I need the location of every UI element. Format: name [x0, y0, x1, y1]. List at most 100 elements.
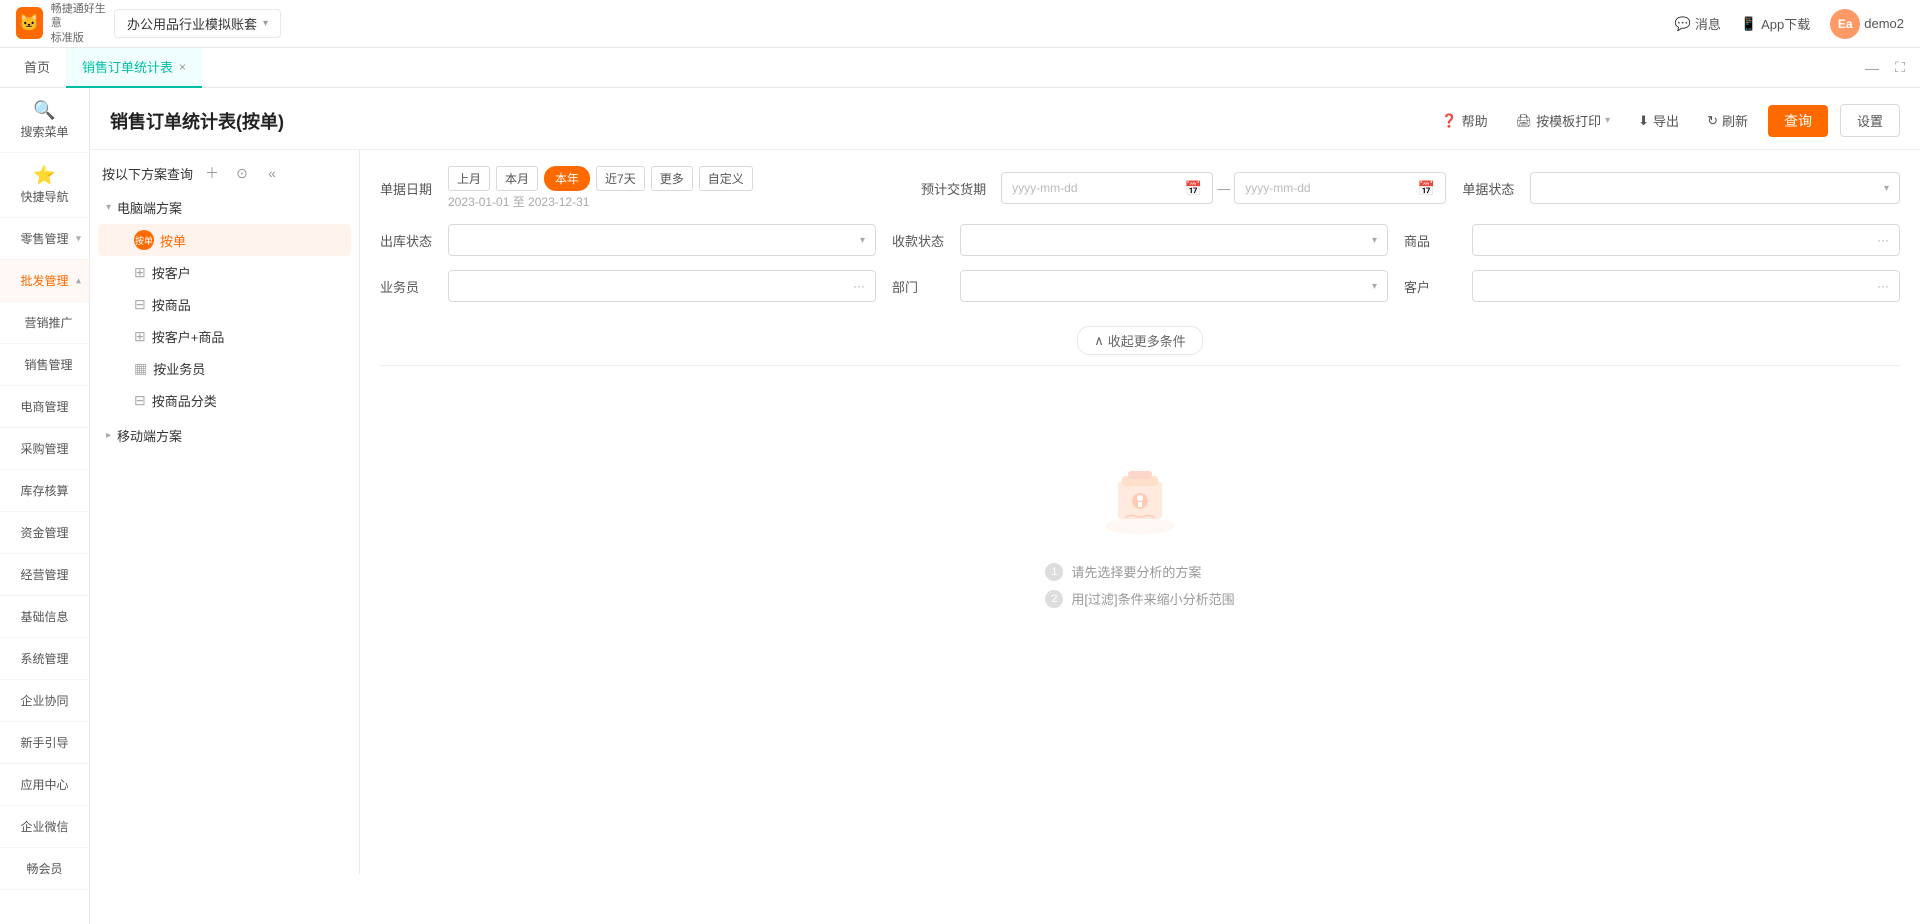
sidebar-item-basic-info[interactable]: 基础信息	[0, 596, 89, 638]
filter-row-3: 业务员 ··· 部门 ▾	[380, 270, 1900, 302]
date-shortcut-this-year[interactable]: 本年	[544, 166, 590, 191]
scheme-panel-header: 按以下方案查询 ＋ ⊙ «	[90, 162, 359, 192]
message-button[interactable]: 💬 消息	[1675, 14, 1721, 33]
sidebar: 🔍 搜索菜单 ⭐ 快捷导航 零售管理 ▾ 批发管理 ▴ 营销推广 销售管理 电商…	[0, 88, 90, 924]
order-status-label: 单据状态	[1462, 179, 1522, 198]
sidebar-item-search[interactable]: 🔍 搜索菜单	[0, 88, 89, 153]
app-logo-text: 畅捷通好生意 标准版	[51, 2, 106, 45]
date-shortcut-last-month[interactable]: 上月	[448, 166, 490, 191]
ecommerce-label: 电商管理	[0, 398, 89, 415]
order-status-select[interactable]: ▾	[1530, 172, 1900, 204]
retail-arrow: ▾	[76, 233, 81, 244]
delivery-date-from[interactable]: yyyy-mm-dd 📅	[1001, 172, 1213, 204]
app-download-button[interactable]: 📱 App下载	[1741, 14, 1810, 33]
payment-status-label: 收款状态	[892, 231, 952, 250]
sidebar-item-ecommerce[interactable]: 电商管理	[0, 386, 89, 428]
sidebar-item-marketing[interactable]: 营销推广	[0, 302, 89, 344]
logo-area: 🐱 畅捷通好生意 标准版	[16, 2, 106, 45]
sidebar-item-newbie[interactable]: 新手引导	[0, 722, 89, 764]
user-menu[interactable]: Ea demo2	[1830, 9, 1904, 39]
app-logo-icon: 🐱	[16, 7, 43, 39]
ship-status-label: 出库状态	[380, 231, 440, 250]
sidebar-item-app-center[interactable]: 应用中心	[0, 764, 89, 806]
workspace-name: 办公用品行业模拟账套	[127, 14, 257, 33]
goods-select[interactable]: ···	[1472, 224, 1900, 256]
payment-status-select[interactable]: ▾	[960, 224, 1388, 256]
date-shortcut-last-7days[interactable]: 近7天	[596, 166, 645, 191]
scheme-collapse-button[interactable]: «	[261, 162, 283, 184]
delivery-from-placeholder: yyyy-mm-dd	[1012, 181, 1077, 195]
query-button[interactable]: 查询	[1768, 105, 1828, 137]
user-avatar: Ea	[1830, 9, 1860, 39]
delivery-date-to[interactable]: yyyy-mm-dd 📅	[1234, 172, 1446, 204]
app-download-label: App下载	[1761, 14, 1810, 33]
sidebar-item-enterprise-wechat[interactable]: 企业微信	[0, 806, 89, 848]
scheme-category-desktop[interactable]: ▾ 电脑端方案	[90, 192, 359, 223]
tab-home[interactable]: 首页	[8, 48, 66, 88]
filter-field-date: 单据日期 上月 本月 本年 近7天 更多 自定义 20	[380, 166, 905, 210]
system-label: 系统管理	[0, 650, 89, 667]
export-button[interactable]: ⬇ 导出	[1630, 107, 1687, 134]
print-button[interactable]: 🖨 按模板打印 ▾	[1508, 107, 1619, 134]
main-layout: 🔍 搜索菜单 ⭐ 快捷导航 零售管理 ▾ 批发管理 ▴ 营销推广 销售管理 电商…	[0, 88, 1920, 924]
tab-sales-order-stats[interactable]: 销售订单统计表 ×	[66, 48, 202, 88]
sidebar-item-finance[interactable]: 资金管理	[0, 512, 89, 554]
scheme-item-by-goods-category[interactable]: ⊟ 按商品分类	[98, 385, 351, 416]
scheme-item-by-goods[interactable]: ⊟ 按商品	[98, 289, 351, 320]
scheme-icon-by-customer-goods: ⊞	[134, 328, 146, 345]
collapse-conditions-button[interactable]: ∧ 收起更多条件	[1077, 326, 1203, 355]
scheme-item-by-customer[interactable]: ⊞ 按客户	[98, 257, 351, 288]
customer-select[interactable]: ···	[1472, 270, 1900, 302]
sidebar-item-enterprise[interactable]: 企业协同	[0, 680, 89, 722]
tab-bar: 首页 销售订单统计表 × — ⛶	[0, 48, 1920, 88]
refresh-label: 刷新	[1722, 111, 1748, 130]
refresh-button[interactable]: ↻ 刷新	[1699, 107, 1756, 134]
workspace-selector[interactable]: 办公用品行业模拟账套 ▾	[114, 9, 281, 38]
department-select[interactable]: ▾	[960, 270, 1388, 302]
customer-more-icon[interactable]: ···	[1877, 279, 1889, 293]
scheme-settings-button[interactable]: ⊙	[231, 162, 253, 184]
sidebar-item-purchase[interactable]: 采购管理	[0, 428, 89, 470]
filter-row-1: 单据日期 上月 本月 本年 近7天 更多 自定义 20	[380, 166, 1900, 210]
sidebar-item-retail[interactable]: 零售管理 ▾	[0, 218, 89, 260]
scheme-add-button[interactable]: ＋	[201, 162, 223, 184]
scheme-label-by-order: 按单	[160, 231, 186, 250]
filter-field-ship-status: 出库状态 ▾	[380, 224, 876, 256]
ship-status-select[interactable]: ▾	[448, 224, 876, 256]
filter-field-order-status: 单据状态 ▾	[1462, 172, 1900, 204]
tab-minimize-button[interactable]: —	[1860, 56, 1884, 80]
settings-button[interactable]: 设置	[1840, 104, 1900, 137]
sidebar-item-wholesale[interactable]: 批发管理 ▴	[0, 260, 89, 302]
delivery-date-group: yyyy-mm-dd 📅 — yyyy-mm-dd 📅	[1001, 172, 1446, 204]
scheme-item-by-salesperson[interactable]: ▦ 按业务员	[98, 353, 351, 384]
print-icon: 🖨	[1516, 113, 1533, 129]
delivery-from-calendar-icon[interactable]: 📅	[1185, 180, 1202, 197]
salesperson-select[interactable]: ···	[448, 270, 876, 302]
empty-state-illustration	[1090, 446, 1190, 546]
date-shortcut-this-month[interactable]: 本月	[496, 166, 538, 191]
sidebar-item-membership[interactable]: 畅会员	[0, 848, 89, 890]
delivery-to-calendar-icon[interactable]: 📅	[1418, 180, 1435, 197]
export-icon: ⬇	[1638, 113, 1649, 129]
scheme-label-by-salesperson: 按业务员	[153, 359, 205, 378]
goods-more-icon[interactable]: ···	[1877, 233, 1889, 247]
sidebar-item-quick-nav[interactable]: ⭐ 快捷导航	[0, 153, 89, 218]
tab-maximize-button[interactable]: ⛶	[1888, 56, 1912, 80]
operations-label: 经营管理	[0, 566, 89, 583]
newbie-label: 新手引导	[0, 734, 89, 751]
date-shortcut-more[interactable]: 更多	[651, 166, 693, 191]
sidebar-item-system[interactable]: 系统管理	[0, 638, 89, 680]
tab-close-icon[interactable]: ×	[179, 61, 186, 73]
scheme-category-mobile[interactable]: ▸ 移动端方案	[90, 420, 359, 451]
scheme-item-by-order[interactable]: 按单 按单	[98, 224, 351, 256]
date-shortcut-custom[interactable]: 自定义	[699, 166, 753, 191]
help-button[interactable]: ❓ 帮助	[1433, 107, 1495, 134]
scheme-item-by-customer-goods[interactable]: ⊞ 按客户+商品	[98, 321, 351, 352]
sidebar-item-operations[interactable]: 经营管理	[0, 554, 89, 596]
filter-field-payment-status: 收款状态 ▾	[892, 224, 1388, 256]
sidebar-item-sales-mgmt[interactable]: 销售管理	[0, 344, 89, 386]
salesperson-more-icon[interactable]: ···	[853, 279, 865, 293]
export-label: 导出	[1653, 111, 1679, 130]
sidebar-item-inventory[interactable]: 库存核算	[0, 470, 89, 512]
scheme-icon-by-goods-category: ⊟	[134, 392, 146, 409]
